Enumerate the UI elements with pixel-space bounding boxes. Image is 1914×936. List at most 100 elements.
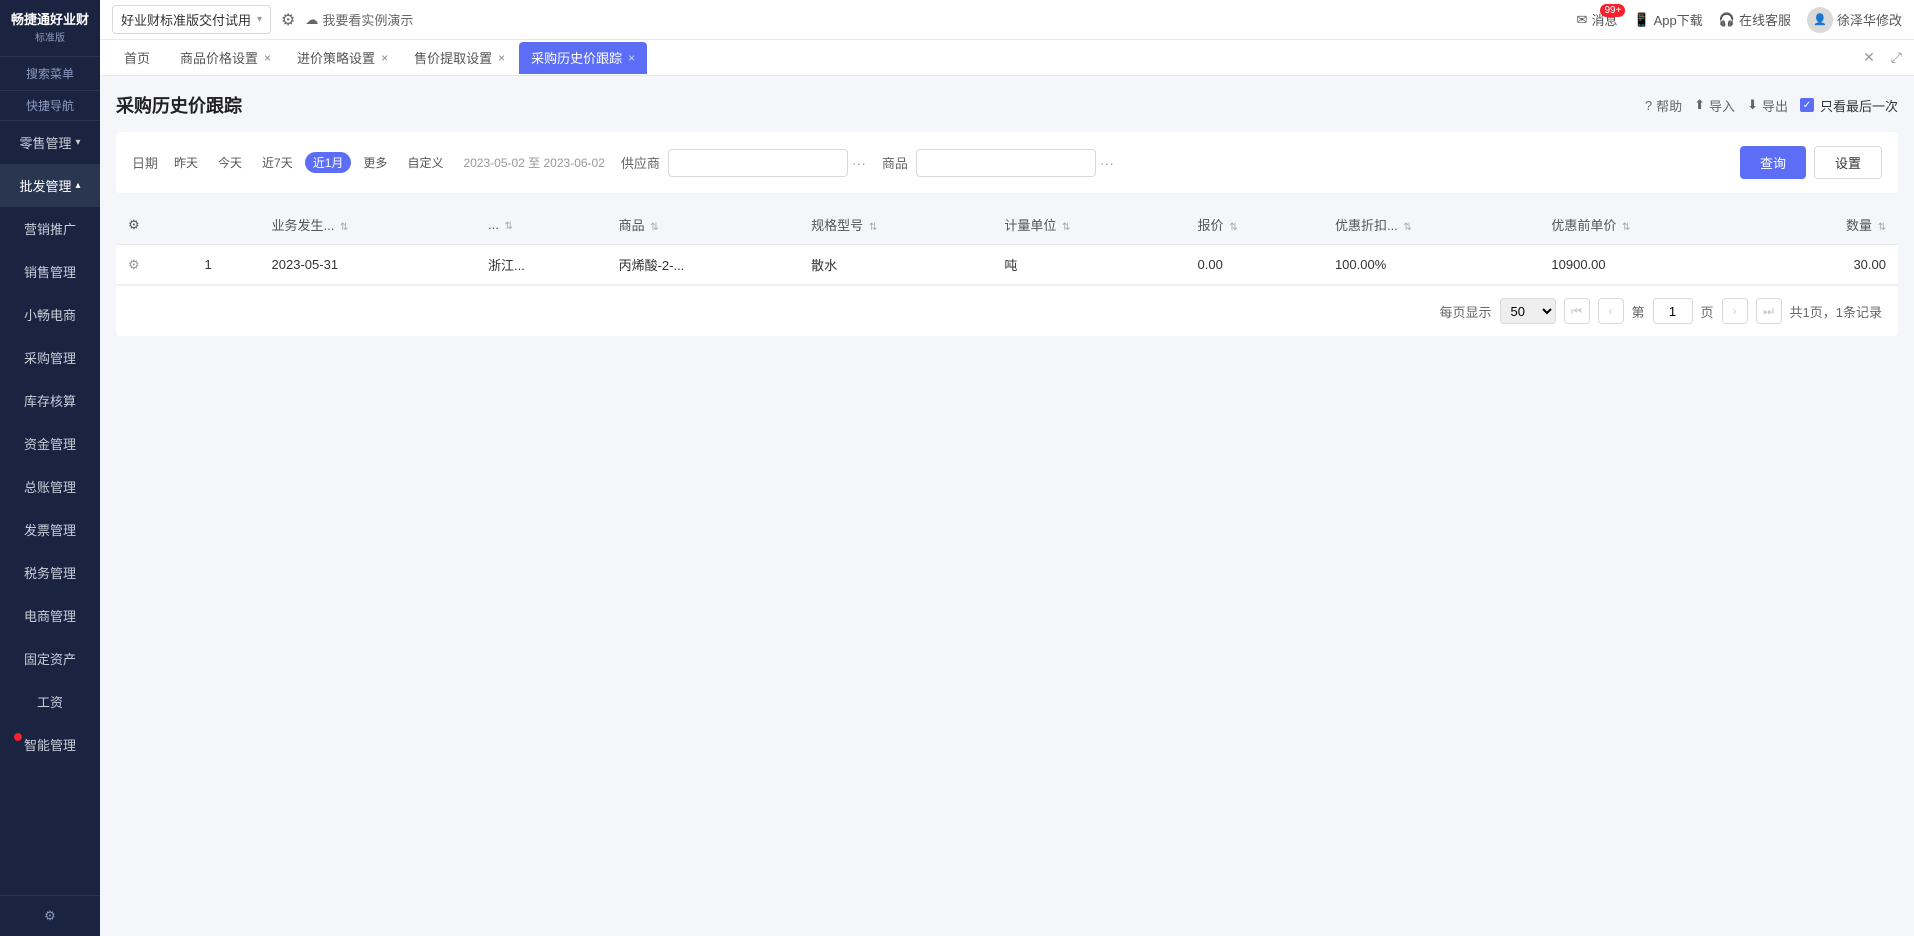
col-discount[interactable]: 优惠折扣... ⇅ [1323,205,1539,245]
page-number-input[interactable] [1653,298,1693,324]
col-more[interactable]: ... ⇅ [476,205,607,245]
date-btn-yesterday[interactable]: 昨天 [166,152,206,173]
page-size-select[interactable]: 50 20 100 200 [1500,298,1556,324]
col-seq [193,205,260,245]
col-unit[interactable]: 计量单位 ⇅ [992,205,1185,245]
col-qty[interactable]: 数量 ⇅ [1761,205,1898,245]
sort-icon: ⇅ [340,222,348,233]
col-price[interactable]: 报价 ⇅ [1186,205,1323,245]
sidebar-item-ecommerce-small[interactable]: 小畅电商 [0,293,100,336]
supplier-more-icon[interactable]: ··· [852,155,866,171]
sidebar-item-retail[interactable]: 零售管理 ▾ [0,121,100,164]
date-filter-label: 日期 [132,153,158,172]
sort-icon: ⇅ [504,221,512,232]
app-subtitle: 标准版 [8,29,92,44]
maximize-icon[interactable]: ⤢ [1887,45,1906,70]
tab-close-history[interactable]: × [628,51,635,65]
app-download-button[interactable]: 📱 App下载 [1633,10,1702,29]
app-title: 畅捷通好业财 [8,12,92,29]
only-last-checkbox[interactable]: 只看最后一次 [1800,96,1898,115]
tab-close-price[interactable]: × [264,51,271,65]
goods-more-icon[interactable]: ··· [1100,155,1114,171]
demo-button[interactable]: ☁ 我要看实例演示 [305,10,413,29]
goods-input-wrap: ··· [916,149,1114,177]
date-btn-7days[interactable]: 近7天 [254,152,301,173]
settings-button[interactable]: 设置 [1814,146,1882,179]
data-table-wrap: ⚙ 业务发生... ⇅ ... ⇅ 商品 ⇅ [116,205,1898,336]
prev-page-btn[interactable]: ‹ [1598,298,1624,324]
message-button[interactable]: ✉ 消息 99+ [1577,10,1618,29]
export-button[interactable]: ⬇ 导出 [1747,96,1788,115]
settings-icon[interactable]: ⚙ [281,10,295,30]
tab-close-sale[interactable]: × [498,51,505,65]
sidebar-item-sales[interactable]: 销售管理 [0,250,100,293]
sidebar-item-salary[interactable]: 工资 [0,680,100,723]
sidebar-item-marketing[interactable]: 营销推广 [0,207,100,250]
next-page-btn[interactable]: › [1722,298,1748,324]
pagination: 每页显示 50 20 100 200 ⏮ ‹ 第 页 › ⏭ 共1页，1条记录 [116,285,1898,336]
sidebar-logo[interactable]: 畅捷通好业财 标准版 [0,0,100,57]
sidebar-item-smart[interactable]: 智能管理 [0,723,100,766]
col-gear[interactable]: ⚙ [116,205,193,245]
sidebar-item-inventory[interactable]: 库存核算 [0,379,100,422]
tab-sale[interactable]: 售价提取设置 × [402,42,517,74]
goods-input[interactable] [916,149,1096,177]
mobile-icon: 📱 [1633,12,1649,28]
data-table: ⚙ 业务发生... ⇅ ... ⇅ 商品 ⇅ [116,205,1898,285]
sidebar-item-finance[interactable]: 资金管理 [0,422,100,465]
sidebar-item-quicknav[interactable]: 快捷导航 [0,91,100,121]
sidebar-item-purchase[interactable]: 采购管理 [0,336,100,379]
sort-icon: ⇅ [1229,222,1237,233]
message-badge: 99+ [1600,4,1625,17]
date-filter-group: 日期 昨天 今天 近7天 近1月 更多 自定义 2023-05-02 至 202… [132,152,605,173]
tab-home[interactable]: 首页 [108,42,166,74]
sort-icon: ⇅ [1878,222,1886,233]
table-body: ⚙ 1 2023-05-31 浙江... 丙烯酸-2-... 散水 吨 0.00… [116,245,1898,285]
row-more: 浙江... [476,245,607,285]
query-button[interactable]: 查询 [1740,146,1806,179]
sidebar-item-ledger[interactable]: 总账管理 [0,465,100,508]
sidebar-item-tax[interactable]: 税务管理 [0,551,100,594]
date-btn-1month[interactable]: 近1月 [305,152,352,173]
import-button[interactable]: ⬆ 导入 [1694,96,1735,115]
sidebar-item-invoice[interactable]: 发票管理 [0,508,100,551]
row-gear[interactable]: ⚙ [116,245,193,285]
date-btn-more[interactable]: 更多 [355,152,395,173]
row-unit-price: 10900.00 [1539,245,1760,285]
version-label: 好业财标准版交付试用 [121,10,251,29]
row-date: 2023-05-31 [260,245,476,285]
date-btn-custom[interactable]: 自定义 [399,152,451,173]
sort-icon: ⇅ [650,222,658,233]
col-date[interactable]: 业务发生... ⇅ [260,205,476,245]
col-goods[interactable]: 商品 ⇅ [607,205,800,245]
col-unit-price[interactable]: 优惠前单价 ⇅ [1539,205,1760,245]
tab-close-strategy[interactable]: × [381,51,388,65]
online-service-button[interactable]: 🎧 在线客服 [1719,10,1791,29]
sidebar-item-ecommerce[interactable]: 电商管理 [0,594,100,637]
page-label: 第 [1632,302,1645,321]
sidebar-item-search[interactable]: 搜索菜单 [0,57,100,91]
date-btn-today[interactable]: 今天 [210,152,250,173]
row-discount: 100.00% [1323,245,1539,285]
close-window-icon[interactable]: ✕ [1859,45,1879,70]
tab-history[interactable]: 采购历史价跟踪 × [519,42,647,74]
sidebar-item-assets[interactable]: 固定资产 [0,637,100,680]
date-options: 昨天 今天 近7天 近1月 更多 自定义 [166,152,451,173]
filter-bar: 日期 昨天 今天 近7天 近1月 更多 自定义 2023-05-02 至 202… [116,132,1898,193]
export-icon: ⬇ [1747,97,1758,113]
tab-price[interactable]: 商品价格设置 × [168,42,283,74]
headset-icon: 🎧 [1719,12,1735,28]
last-page-btn[interactable]: ⏭ [1756,298,1782,324]
user-button[interactable]: 👤 徐泽华修改 [1807,7,1902,33]
per-page-label: 每页显示 [1439,302,1491,321]
sidebar-item-wholesale[interactable]: 批发管理 ▴ [0,164,100,207]
help-link[interactable]: ? 帮助 [1645,96,1682,115]
col-spec[interactable]: 规格型号 ⇅ [799,205,992,245]
page-title: 采购历史价跟踪 [116,92,242,118]
version-selector[interactable]: 好业财标准版交付试用 ▾ [112,5,271,34]
supplier-input[interactable] [668,149,848,177]
row-seq: 1 [193,245,260,285]
sidebar-item-gear[interactable]: ⚙ [0,895,100,936]
first-page-btn[interactable]: ⏮ [1564,298,1590,324]
tab-strategy[interactable]: 进价策略设置 × [285,42,400,74]
